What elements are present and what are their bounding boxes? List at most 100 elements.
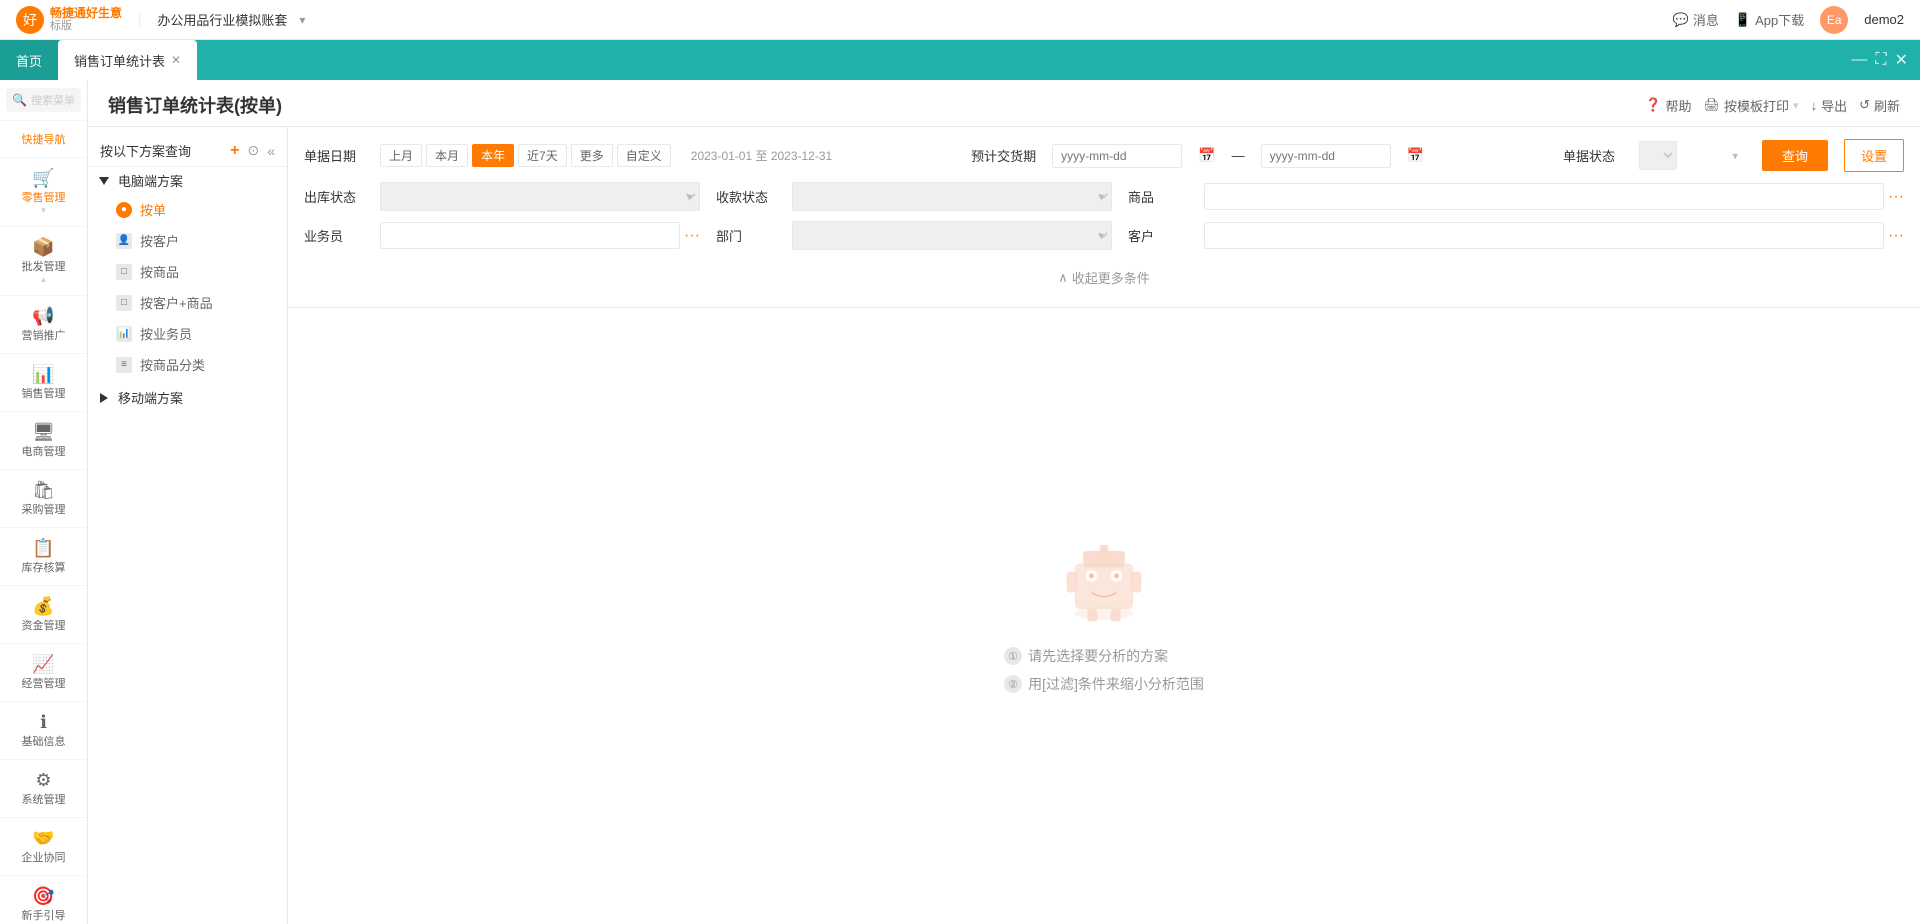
avatar[interactable]: Ea — [1820, 6, 1848, 34]
sidebar-item-ecommerce[interactable]: 🖥 电商管理 — [0, 412, 87, 470]
status-label: 单据状态 — [1563, 146, 1623, 165]
calendar-start-icon[interactable]: 📅 — [1198, 147, 1215, 164]
tab-home-label: 首页 — [16, 51, 42, 70]
collapse-button[interactable]: ∧ 收起更多条件 — [304, 260, 1904, 295]
sidebar-item-basic[interactable]: ℹ 基础信息 — [0, 702, 87, 760]
scheme-group-mobile: 移动端方案 — [88, 384, 287, 411]
scheme-customer-icon: 👤 — [116, 233, 132, 249]
sidebar-item-purchase[interactable]: 🛍 采购管理 — [0, 470, 87, 528]
scheme-item-by-product[interactable]: □ 按商品 — [88, 256, 287, 287]
scheme-add-icon[interactable]: + — [230, 142, 239, 160]
date-label: 单据日期 — [304, 146, 364, 165]
ship-status-select[interactable] — [380, 182, 700, 211]
sidebar-item-wholesale[interactable]: 📦 批发管理 ▴ — [0, 227, 87, 296]
sidebar-item-guide[interactable]: 🎯 新手引导 — [0, 876, 87, 924]
scheme-group-mobile-title[interactable]: 移动端方案 — [88, 384, 287, 411]
tab-maximize-icon[interactable]: ⛶ — [1875, 51, 1886, 69]
sidebar-item-retail[interactable]: 🛒 零售管理 ▾ — [0, 158, 87, 227]
scheme-item-by-category[interactable]: ≡ 按商品分类 — [88, 349, 287, 380]
scheme-item-by-salesman[interactable]: 📊 按业务员 — [88, 318, 287, 349]
finance-label: 资金管理 — [0, 617, 87, 633]
sidebar-item-finance[interactable]: 💰 资金管理 — [0, 586, 87, 644]
sidebar-item-operations[interactable]: 📈 经营管理 — [0, 644, 87, 702]
breadcrumb-arrow[interactable]: ▾ — [299, 13, 305, 27]
print-button[interactable]: 🖨 按模板打印 ▾ — [1704, 96, 1799, 115]
tab-close-all-icon[interactable]: ✕ — [1895, 50, 1908, 70]
collapse-icon: ∧ — [1058, 270, 1068, 286]
group-pc-label: 电脑端方案 — [118, 171, 183, 190]
tab-sales-stats[interactable]: 销售订单统计表 ✕ — [58, 40, 197, 80]
filter-row-3: 业务员 ··· 部门 ▾ 客户 — [304, 221, 1904, 250]
logo-area: 好 畅捷通好生意 标版 — [16, 6, 122, 34]
customer-input[interactable] — [1204, 222, 1884, 249]
date-btn-last-month[interactable]: 上月 — [380, 144, 422, 167]
breadcrumb: 办公用品行业模拟账套 — [157, 10, 287, 29]
refresh-button[interactable]: ↺ 刷新 — [1859, 96, 1900, 115]
scheme-item-by-order[interactable]: ● 按单 — [88, 194, 287, 225]
date-btn-more[interactable]: 更多 — [571, 144, 613, 167]
sidebar-item-inventory[interactable]: 📋 库存核算 — [0, 528, 87, 586]
date-btn-custom[interactable]: 自定义 — [617, 144, 671, 167]
logo-sub: 标版 — [50, 20, 122, 33]
top-bar: 好 畅捷通好生意 标版 | 办公用品行业模拟账套 ▾ 💬 消息 📱 App下载 … — [0, 0, 1920, 40]
pay-status-select[interactable] — [792, 182, 1112, 211]
page-actions: ❓ 帮助 🖨 按模板打印 ▾ ↓ 导出 ↺ 刷新 — [1645, 96, 1900, 115]
scheme-group-pc-title[interactable]: 电脑端方案 — [88, 167, 287, 194]
product-more-icon[interactable]: ··· — [1888, 188, 1904, 206]
system-label: 系统管理 — [0, 791, 87, 807]
scheme-group-pc: 电脑端方案 ● 按单 👤 按客户 □ 按商品 □ — [88, 167, 287, 380]
expected-date-label: 预计交货期 — [971, 146, 1036, 165]
help-icon: ❓ — [1645, 97, 1661, 113]
scheme-item-by-cust-prod[interactable]: □ 按客户+商品 — [88, 287, 287, 318]
setting-button[interactable]: 设置 — [1844, 139, 1904, 172]
date-btn-this-year[interactable]: 本年 — [472, 144, 514, 167]
dept-select[interactable] — [792, 221, 1112, 250]
sidebar-item-sales[interactable]: 📊 销售管理 — [0, 354, 87, 412]
sidebar-item-marketing[interactable]: 📢 营销推广 — [0, 296, 87, 354]
app-download-button[interactable]: 📱 App下载 — [1735, 10, 1804, 29]
logo-icon: 好 — [16, 6, 44, 34]
date-btn-this-month[interactable]: 本月 — [426, 144, 468, 167]
scheme-by-salesman-label: 按业务员 — [140, 324, 192, 343]
print-arrow[interactable]: ▾ — [1793, 99, 1799, 112]
app-label: App下载 — [1755, 10, 1804, 29]
scheme-active-icon: ● — [116, 202, 132, 218]
salesman-more-icon[interactable]: ··· — [684, 227, 700, 245]
scheme-collapse-icon[interactable]: « — [267, 143, 275, 159]
hint-text-1: 请先选择要分析的方案 — [1028, 646, 1168, 666]
tab-minimize-icon[interactable]: — — [1851, 51, 1867, 69]
tab-close-icon[interactable]: ✕ — [171, 53, 181, 67]
query-button[interactable]: 查询 — [1762, 140, 1828, 171]
retail-label: 零售管理 — [0, 189, 87, 205]
date-separator: — — [1232, 148, 1245, 163]
scheme-item-by-customer[interactable]: 👤 按客户 — [88, 225, 287, 256]
calendar-end-icon[interactable]: 📅 — [1407, 147, 1424, 164]
status-select-arrow: ▾ — [1732, 149, 1738, 162]
salesman-input[interactable] — [380, 222, 680, 249]
sidebar-item-collab[interactable]: 🤝 企业协同 — [0, 818, 87, 876]
operations-label: 经营管理 — [0, 675, 87, 691]
expected-date-end[interactable] — [1261, 144, 1391, 168]
group-mobile-expand-icon — [100, 393, 108, 403]
tab-bar-actions: — ⛶ ✕ — [1839, 50, 1920, 70]
ecommerce-label: 电商管理 — [0, 443, 87, 459]
product-input[interactable] — [1204, 183, 1884, 210]
export-button[interactable]: ↓ 导出 — [1811, 96, 1848, 115]
sidebar-item-search[interactable]: 🔍 搜索菜单 — [0, 80, 87, 121]
help-button[interactable]: ❓ 帮助 — [1645, 96, 1691, 115]
sidebar-item-quick-nav[interactable]: 快捷导航 — [0, 121, 87, 158]
date-btn-last-7[interactable]: 近7天 — [518, 144, 567, 167]
pay-status-label: 收款状态 — [716, 187, 776, 206]
message-button[interactable]: 💬 消息 — [1673, 10, 1719, 29]
message-label: 消息 — [1693, 10, 1719, 29]
hint-item-1: ① 请先选择要分析的方案 — [1004, 646, 1204, 666]
sidebar-item-system[interactable]: ⚙ 系统管理 — [0, 760, 87, 818]
print-icon: 🖨 — [1704, 97, 1721, 113]
expected-date-start[interactable] — [1052, 144, 1182, 168]
collapse-label: 收起更多条件 — [1072, 268, 1150, 287]
tab-home[interactable]: 首页 — [0, 40, 58, 80]
status-select[interactable] — [1639, 141, 1677, 170]
scheme-by-cust-prod-label: 按客户+商品 — [140, 293, 213, 312]
scheme-edit-icon[interactable]: ⊙ — [247, 142, 259, 159]
customer-more-icon[interactable]: ··· — [1888, 227, 1904, 245]
